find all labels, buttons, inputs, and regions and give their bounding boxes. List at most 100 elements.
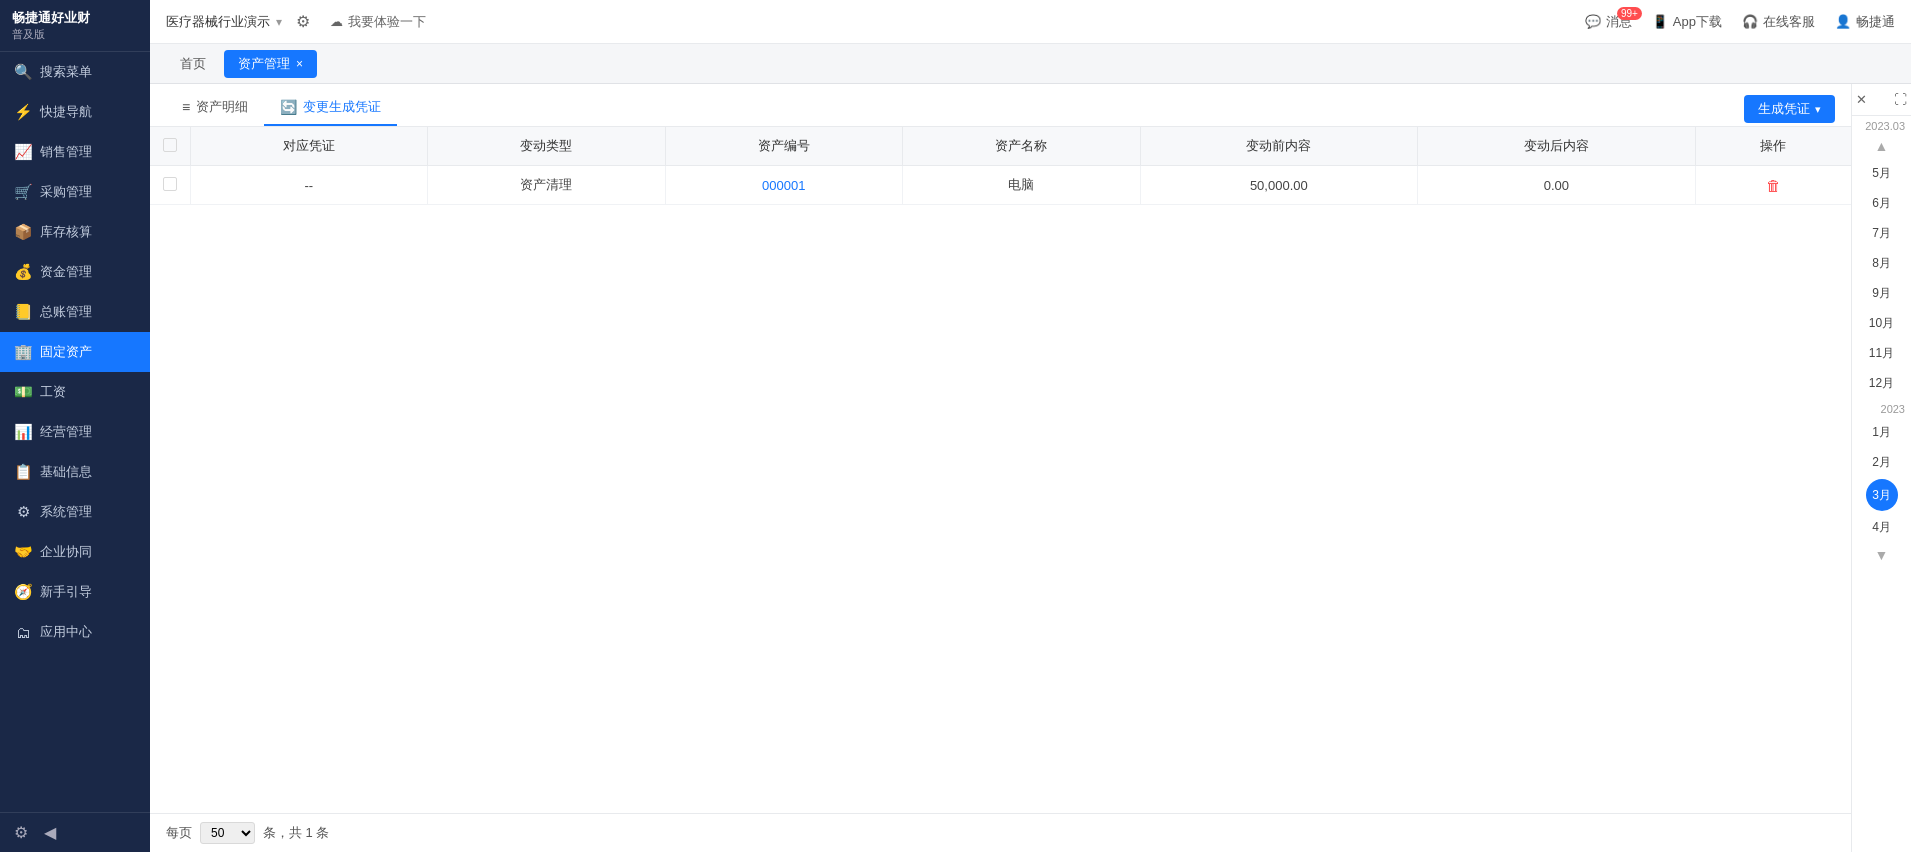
guide-icon: 🧭 bbox=[14, 583, 32, 601]
sidebar-item-ops[interactable]: 📊 经营管理 bbox=[0, 412, 150, 452]
select-all-checkbox[interactable] bbox=[163, 138, 177, 152]
experience-item[interactable]: ☁ 我要体验一下 bbox=[330, 13, 426, 31]
company-title: 医疗器械行业演示 ▾ bbox=[166, 13, 282, 31]
calendar-month-12[interactable]: 12月 bbox=[1856, 369, 1907, 398]
sidebar-item-label: 总账管理 bbox=[40, 303, 92, 321]
sidebar-item-app-center[interactable]: 🗂 应用中心 bbox=[0, 612, 150, 652]
generate-voucher-button[interactable]: 生成凭证 ▾ bbox=[1744, 95, 1835, 123]
calendar-month-7[interactable]: 7月 bbox=[1856, 219, 1907, 248]
app-download-button[interactable]: 📱 App下载 bbox=[1652, 13, 1722, 31]
table-header-row: 对应凭证 变动类型 资产编号 资产名称 变动前内容 变动后内容 操作 bbox=[150, 127, 1851, 166]
main-content: 医疗器械行业演示 ▾ ⚙ ☁ 我要体验一下 💬 消息 99+ 📱 App下载 🎧… bbox=[150, 0, 1911, 852]
calendar-scroll-up[interactable]: ▲ bbox=[1852, 134, 1911, 158]
user-menu[interactable]: 👤 畅捷通 bbox=[1835, 13, 1895, 31]
app-center-icon: 🗂 bbox=[14, 624, 32, 641]
sidebar-item-funds[interactable]: 💰 资金管理 bbox=[0, 252, 150, 292]
sub-tab-change-voucher[interactable]: 🔄 变更生成凭证 bbox=[264, 92, 397, 126]
tab-close-icon[interactable]: × bbox=[296, 57, 303, 71]
settings-gear-icon[interactable]: ⚙ bbox=[296, 12, 310, 31]
sidebar-item-quicknav[interactable]: ⚡ 快捷导航 bbox=[0, 92, 150, 132]
sidebar-item-label: 快捷导航 bbox=[40, 103, 92, 121]
calendar-month-6[interactable]: 6月 bbox=[1856, 189, 1907, 218]
main-tabbar: 首页 资产管理 × bbox=[150, 44, 1911, 84]
user-icon: 👤 bbox=[1835, 14, 1851, 29]
calendar-months-list: 2023.03 ▲ 5月 6月 7月 8月 9月 10月 11月 12月 202… bbox=[1852, 116, 1911, 852]
online-service-button[interactable]: 🎧 在线客服 bbox=[1742, 13, 1815, 31]
sidebar-item-guide[interactable]: 🧭 新手引导 bbox=[0, 572, 150, 612]
calendar-month-1[interactable]: 1月 bbox=[1856, 418, 1907, 447]
user-label: 畅捷通 bbox=[1856, 13, 1895, 31]
sidebar-item-purchase[interactable]: 🛒 采购管理 bbox=[0, 172, 150, 212]
inventory-icon: 📦 bbox=[14, 223, 32, 241]
per-page-label: 每页 bbox=[166, 824, 192, 842]
sidebar-item-basic-info[interactable]: 📋 基础信息 bbox=[0, 452, 150, 492]
sidebar-logo: 畅捷通好业财 普及版 bbox=[0, 0, 150, 52]
asset-table: 对应凭证 变动类型 资产编号 资产名称 变动前内容 变动后内容 操作 bbox=[150, 127, 1851, 205]
payroll-icon: 💵 bbox=[14, 383, 32, 401]
calendar-month-4[interactable]: 4月 bbox=[1856, 513, 1907, 542]
calendar-month-2[interactable]: 2月 bbox=[1856, 448, 1907, 477]
select-all-checkbox-cell bbox=[150, 127, 190, 166]
col-before-content: 变动前内容 bbox=[1140, 127, 1418, 166]
settings-icon[interactable]: ⚙ bbox=[14, 823, 28, 842]
collapse-icon[interactable]: ◀ bbox=[44, 823, 56, 842]
sidebar-item-inventory[interactable]: 📦 库存核算 bbox=[0, 212, 150, 252]
sidebar-item-sales[interactable]: 📈 销售管理 bbox=[0, 132, 150, 172]
tab-home-label: 首页 bbox=[180, 55, 206, 73]
col-action: 操作 bbox=[1695, 127, 1851, 166]
sidebar-bottom: ⚙ ◀ bbox=[0, 812, 150, 852]
calendar-panel: ✕ ⛶ 2023.03 ▲ 5月 6月 7月 8月 9月 10月 11月 12月… bbox=[1851, 84, 1911, 852]
calendar-scroll-down[interactable]: ▼ bbox=[1852, 543, 1911, 567]
download-icon: 📱 bbox=[1652, 14, 1668, 29]
sidebar-item-search[interactable]: 🔍 搜索菜单 bbox=[0, 52, 150, 92]
sidebar-item-label: 新手引导 bbox=[40, 583, 92, 601]
sidebar-item-fixed-assets[interactable]: 🏢 固定资产 bbox=[0, 332, 150, 372]
experience-label: 我要体验一下 bbox=[348, 13, 426, 31]
collab-icon: 🤝 bbox=[14, 543, 32, 561]
calendar-month-9[interactable]: 9月 bbox=[1856, 279, 1907, 308]
sub-tab-change-voucher-label: 变更生成凭证 bbox=[303, 98, 381, 116]
funds-icon: 💰 bbox=[14, 263, 32, 281]
online-service-label: 在线客服 bbox=[1763, 13, 1815, 31]
sidebar-item-label: 应用中心 bbox=[40, 623, 92, 641]
sidebar-item-payroll[interactable]: 💵 工资 bbox=[0, 372, 150, 412]
col-asset-code: 资产编号 bbox=[665, 127, 903, 166]
fixed-assets-icon: 🏢 bbox=[14, 343, 32, 361]
tab-home[interactable]: 首页 bbox=[166, 50, 220, 78]
tab-asset-label: 资产管理 bbox=[238, 55, 290, 73]
sidebar-item-label: 资金管理 bbox=[40, 263, 92, 281]
col-voucher: 对应凭证 bbox=[190, 127, 428, 166]
calendar-close-icon[interactable]: ✕ bbox=[1856, 92, 1867, 107]
sidebar-item-system[interactable]: ⚙ 系统管理 bbox=[0, 492, 150, 532]
sidebar-item-label: 工资 bbox=[40, 383, 66, 401]
per-page-select[interactable]: 50 10 20 100 bbox=[200, 822, 255, 844]
calendar-month-5[interactable]: 5月 bbox=[1856, 159, 1907, 188]
calendar-expand-icon[interactable]: ⛶ bbox=[1894, 92, 1907, 107]
app-name: 畅捷通好业财 bbox=[12, 10, 138, 27]
sidebar-item-label: 库存核算 bbox=[40, 223, 92, 241]
col-asset-name: 资产名称 bbox=[903, 127, 1141, 166]
sidebar-item-collab[interactable]: 🤝 企业协同 bbox=[0, 532, 150, 572]
delete-row-button[interactable]: 🗑 bbox=[1766, 177, 1781, 194]
calendar-month-3-active[interactable]: 3月 bbox=[1866, 479, 1898, 511]
calendar-month-8[interactable]: 8月 bbox=[1856, 249, 1907, 278]
tab-asset-management[interactable]: 资产管理 × bbox=[224, 50, 317, 78]
sidebar-item-label: 企业协同 bbox=[40, 543, 92, 561]
calendar-year-2023: 2023 bbox=[1852, 399, 1911, 417]
topbar: 医疗器械行业演示 ▾ ⚙ ☁ 我要体验一下 💬 消息 99+ 📱 App下载 🎧… bbox=[150, 0, 1911, 44]
topbar-right: 💬 消息 99+ 📱 App下载 🎧 在线客服 👤 畅捷通 bbox=[1585, 13, 1895, 31]
sidebar-item-label: 销售管理 bbox=[40, 143, 92, 161]
sub-tab-asset-detail[interactable]: ≡ 资产明细 bbox=[166, 92, 264, 126]
calendar-month-10[interactable]: 10月 bbox=[1856, 309, 1907, 338]
calendar-month-11[interactable]: 11月 bbox=[1856, 339, 1907, 368]
row-checkbox[interactable] bbox=[163, 177, 177, 191]
total-label: 条，共 1 条 bbox=[263, 824, 329, 842]
sidebar-item-ledger[interactable]: 📒 总账管理 bbox=[0, 292, 150, 332]
message-icon: 💬 bbox=[1585, 14, 1601, 29]
quicknav-icon: ⚡ bbox=[14, 103, 32, 121]
sidebar: 畅捷通好业财 普及版 🔍 搜索菜单 ⚡ 快捷导航 📈 销售管理 🛒 采购管理 📦… bbox=[0, 0, 150, 852]
cell-after-content: 0.00 bbox=[1418, 166, 1696, 205]
chevron-down-icon[interactable]: ▾ bbox=[276, 15, 282, 29]
col-after-content: 变动后内容 bbox=[1418, 127, 1696, 166]
messages-button[interactable]: 💬 消息 99+ bbox=[1585, 13, 1632, 31]
